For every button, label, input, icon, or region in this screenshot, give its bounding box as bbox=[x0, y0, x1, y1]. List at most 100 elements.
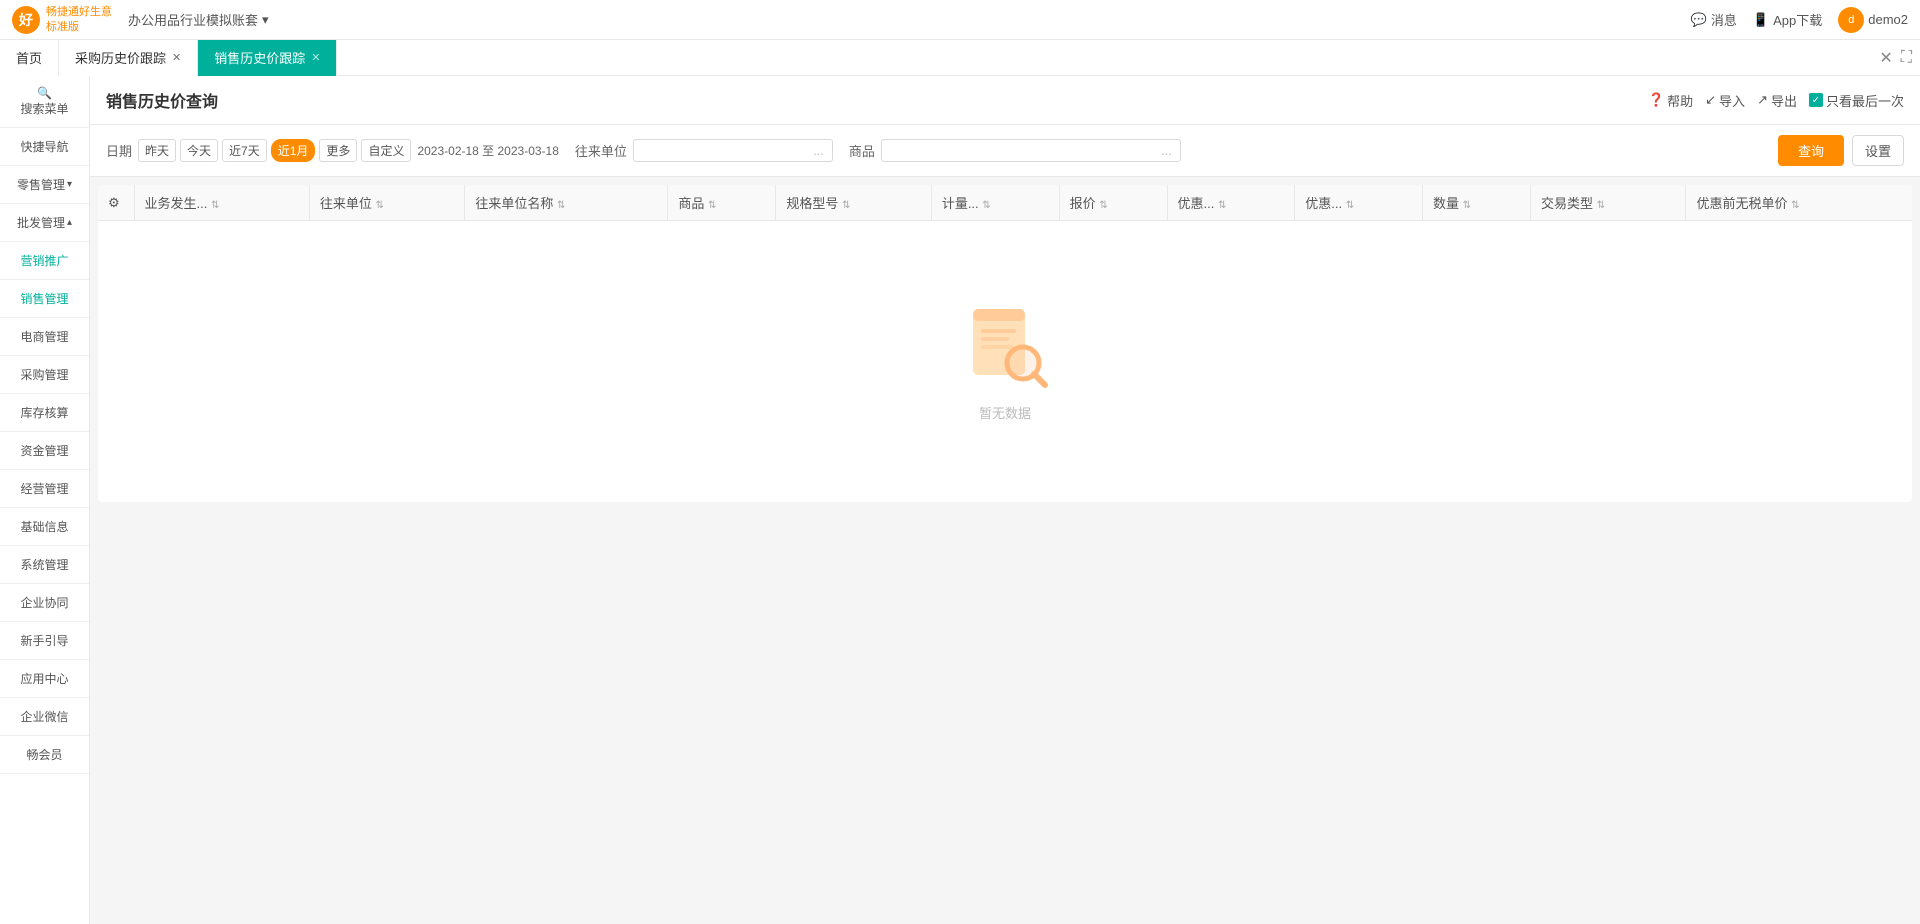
sidebar-item-system-mgmt[interactable]: 系统管理 bbox=[0, 546, 89, 584]
sort-icon: ⇅ bbox=[842, 200, 850, 211]
tab-home[interactable]: 首页 bbox=[0, 40, 59, 76]
tab-close-purchase[interactable]: ✕ bbox=[172, 51, 181, 64]
date-btn-7days[interactable]: 近7天 bbox=[222, 139, 267, 162]
tabs-actions: ✕ ⛶ bbox=[1879, 48, 1920, 68]
date-filter-group: 日期 昨天 今天 近7天 近1月 更多 自定义 2023-02-18 至 202… bbox=[106, 139, 559, 162]
help-btn[interactable]: ❓ 帮助 bbox=[1648, 91, 1693, 110]
settings-button[interactable]: 设置 bbox=[1852, 135, 1904, 166]
sidebar-item-purchase[interactable]: 采购管理 bbox=[0, 356, 89, 394]
sidebar-item-finance[interactable]: 资金管理 bbox=[0, 432, 89, 470]
query-button[interactable]: 查询 bbox=[1778, 135, 1844, 166]
sidebar-item-newbie[interactable]: 新手引导 bbox=[0, 622, 89, 660]
question-icon: ❓ bbox=[1648, 92, 1664, 108]
empty-text: 暂无数据 bbox=[979, 403, 1031, 422]
chevron-up-icon: ▴ bbox=[67, 217, 72, 228]
sidebar-item-retail-mgmt[interactable]: 零售管理 ▾ bbox=[0, 166, 89, 204]
goods-label: 商品 bbox=[849, 141, 875, 160]
sidebar-item-member[interactable]: 畅会员 bbox=[0, 736, 89, 774]
tab-sales-history[interactable]: 销售历史价跟踪 ✕ bbox=[198, 40, 337, 76]
col-discount2[interactable]: 优惠... ⇅ bbox=[1295, 185, 1423, 221]
content: 销售历史价查询 ❓ 帮助 ↙ 导入 ↗ 导出 ✓ 只看最后一次 bbox=[90, 76, 1920, 924]
sidebar-item-wholesale-mgmt[interactable]: 批发管理 ▴ bbox=[0, 204, 89, 242]
main-layout: 🔍 搜索菜单 快捷导航 零售管理 ▾ 批发管理 ▴ 营销推广 销售管理 电商管理 bbox=[0, 76, 1920, 924]
sort-icon: ⇅ bbox=[1463, 200, 1471, 211]
sort-icon: ⇅ bbox=[1791, 200, 1799, 211]
sort-icon: ⇅ bbox=[557, 200, 565, 211]
col-biz-date[interactable]: 业务发生... ⇅ bbox=[134, 185, 309, 221]
date-btn-today[interactable]: 今天 bbox=[180, 139, 218, 162]
maximize-btn[interactable]: ⛶ bbox=[1901, 49, 1912, 67]
table-header: ⚙ 业务发生... ⇅ 往来单位 ⇅ 往来单位名称 ⇅ bbox=[98, 185, 1912, 221]
close-tab-btn[interactable]: ✕ bbox=[1879, 48, 1892, 68]
sidebar-item-quick-nav[interactable]: 快捷导航 bbox=[0, 128, 89, 166]
import-icon: ↙ bbox=[1705, 92, 1716, 108]
empty-state: 暂无数据 bbox=[98, 221, 1912, 502]
settings-icon: ⚙ bbox=[108, 195, 120, 210]
chevron-down-icon: ▾ bbox=[67, 179, 72, 190]
app-download-btn[interactable]: 📱 App下载 bbox=[1753, 10, 1822, 29]
sort-icon: ⇅ bbox=[1099, 200, 1107, 211]
sidebar-item-marketing[interactable]: 营销推广 bbox=[0, 242, 89, 280]
topbar-right: 💬 消息 📱 App下载 d demo2 bbox=[1691, 7, 1908, 33]
date-range: 2023-02-18 至 2023-03-18 bbox=[417, 142, 558, 159]
sort-icon: ⇅ bbox=[211, 200, 219, 211]
col-settings[interactable]: ⚙ bbox=[98, 185, 134, 221]
col-pretax-price[interactable]: 优惠前无税单价 ⇅ bbox=[1686, 185, 1912, 221]
sidebar-item-ecommerce[interactable]: 电商管理 bbox=[0, 318, 89, 356]
col-counterparty-name[interactable]: 往来单位名称 ⇅ bbox=[465, 185, 668, 221]
tabs-bar: 首页 采购历史价跟踪 ✕ 销售历史价跟踪 ✕ ✕ ⛶ bbox=[0, 40, 1920, 76]
search-icon: 🔍 bbox=[37, 86, 52, 100]
import-btn[interactable]: ↙ 导入 bbox=[1705, 91, 1745, 110]
col-unit[interactable]: 计量... ⇅ bbox=[931, 185, 1059, 221]
export-btn[interactable]: ↗ 导出 bbox=[1757, 91, 1797, 110]
date-btn-custom[interactable]: 自定义 bbox=[361, 139, 411, 162]
tab-close-sales[interactable]: ✕ bbox=[311, 51, 320, 64]
industry-selector[interactable]: 办公用品行业模拟账套 ▾ bbox=[120, 6, 277, 33]
logo-area: 好 畅捷通好生意 标准版 bbox=[12, 5, 112, 34]
col-trade-type[interactable]: 交易类型 ⇅ bbox=[1530, 185, 1686, 221]
filter-bar: 日期 昨天 今天 近7天 近1月 更多 自定义 2023-02-18 至 202… bbox=[90, 125, 1920, 177]
sidebar-item-basic-info[interactable]: 基础信息 bbox=[0, 508, 89, 546]
date-btn-yesterday[interactable]: 昨天 bbox=[138, 139, 176, 162]
goods-input[interactable]: ... bbox=[881, 139, 1181, 162]
col-goods[interactable]: 商品 ⇅ bbox=[668, 185, 776, 221]
sidebar-item-enterprise-wechat[interactable]: 企业微信 bbox=[0, 698, 89, 736]
counterparty-label: 往来单位 bbox=[575, 141, 627, 160]
date-buttons: 昨天 今天 近7天 近1月 更多 自定义 bbox=[138, 139, 411, 162]
user-profile[interactable]: d demo2 bbox=[1838, 7, 1908, 33]
checkbox-icon: ✓ bbox=[1809, 93, 1823, 107]
message-icon: 💬 bbox=[1691, 12, 1707, 28]
logo-text: 畅捷通好生意 标准版 bbox=[46, 5, 112, 34]
table-container: ⚙ 业务发生... ⇅ 往来单位 ⇅ 往来单位名称 ⇅ bbox=[90, 177, 1920, 924]
export-icon: ↗ bbox=[1757, 92, 1768, 108]
sidebar: 🔍 搜索菜单 快捷导航 零售管理 ▾ 批发管理 ▴ 营销推广 销售管理 电商管理 bbox=[0, 76, 90, 924]
sidebar-item-inventory[interactable]: 库存核算 bbox=[0, 394, 89, 432]
sidebar-item-app-center[interactable]: 应用中心 bbox=[0, 660, 89, 698]
download-icon: 📱 bbox=[1753, 12, 1769, 28]
message-btn[interactable]: 💬 消息 bbox=[1691, 10, 1737, 29]
col-discount1[interactable]: 优惠... ⇅ bbox=[1167, 185, 1295, 221]
counterparty-input[interactable]: ... bbox=[633, 139, 833, 162]
table-body: 暂无数据 bbox=[98, 221, 1912, 503]
date-label: 日期 bbox=[106, 141, 132, 160]
sidebar-item-sales-mgmt[interactable]: 销售管理 bbox=[0, 280, 89, 318]
sidebar-item-operation[interactable]: 经营管理 bbox=[0, 470, 89, 508]
col-spec[interactable]: 规格型号 ⇅ bbox=[776, 185, 932, 221]
col-counterparty-code[interactable]: 往来单位 ⇅ bbox=[309, 185, 465, 221]
topbar: 好 畅捷通好生意 标准版 办公用品行业模拟账套 ▾ 💬 消息 📱 App下载 d… bbox=[0, 0, 1920, 40]
data-table: ⚙ 业务发生... ⇅ 往来单位 ⇅ 往来单位名称 ⇅ bbox=[98, 185, 1912, 502]
sidebar-item-search-menu[interactable]: 🔍 搜索菜单 bbox=[0, 76, 89, 128]
date-btn-more[interactable]: 更多 bbox=[319, 139, 357, 162]
tab-purchase-history[interactable]: 采购历史价跟踪 ✕ bbox=[59, 40, 198, 76]
page-header: 销售历史价查询 ❓ 帮助 ↙ 导入 ↗ 导出 ✓ 只看最后一次 bbox=[90, 76, 1920, 125]
page-header-actions: ❓ 帮助 ↙ 导入 ↗ 导出 ✓ 只看最后一次 bbox=[1648, 91, 1904, 122]
only-last-toggle[interactable]: ✓ 只看最后一次 bbox=[1809, 91, 1904, 110]
filter-actions: 查询 设置 bbox=[1778, 135, 1904, 166]
page-title: 销售历史价查询 bbox=[106, 88, 218, 124]
sidebar-item-enterprise[interactable]: 企业协同 bbox=[0, 584, 89, 622]
date-btn-1month[interactable]: 近1月 bbox=[271, 139, 316, 162]
col-quantity[interactable]: 数量 ⇅ bbox=[1423, 185, 1531, 221]
empty-svg bbox=[955, 301, 1055, 391]
col-price[interactable]: 报价 ⇅ bbox=[1059, 185, 1167, 221]
counterparty-filter-group: 往来单位 ... bbox=[575, 139, 833, 162]
